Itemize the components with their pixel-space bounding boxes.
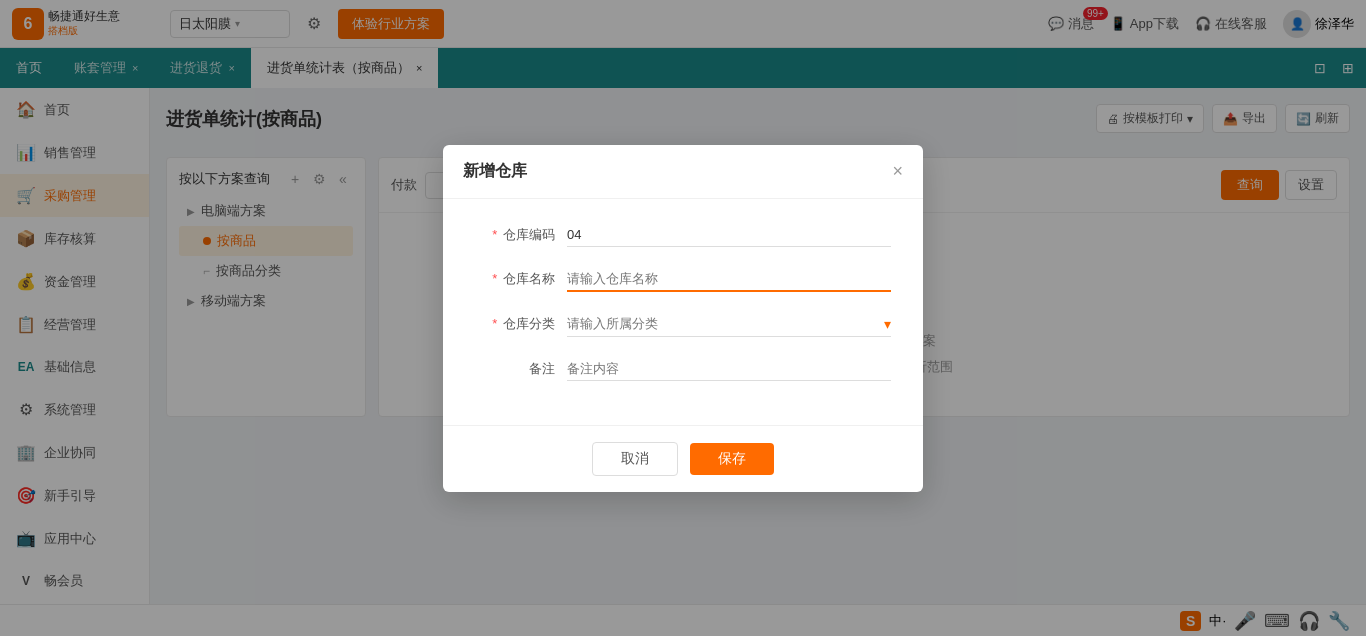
name-label: * 仓库名称 xyxy=(475,270,555,288)
category-input[interactable] xyxy=(567,316,884,331)
note-label: 备注 xyxy=(475,360,555,378)
form-row-note: 备注 xyxy=(475,357,891,381)
required-star-code: * xyxy=(492,227,497,242)
warehouse-code-input[interactable] xyxy=(567,223,891,247)
warehouse-name-input[interactable] xyxy=(567,267,891,292)
code-label: * 仓库编码 xyxy=(475,226,555,244)
add-warehouse-modal: 新增仓库 × * 仓库编码 * 仓库名称 xyxy=(443,145,923,492)
modal-header: 新增仓库 × xyxy=(443,145,923,199)
category-label: * 仓库分类 xyxy=(475,315,555,333)
modal-overlay: 新增仓库 × * 仓库编码 * 仓库名称 xyxy=(0,0,1366,636)
form-row-name: * 仓库名称 xyxy=(475,267,891,292)
modal-body: * 仓库编码 * 仓库名称 * 仓库分类 xyxy=(443,199,923,425)
cancel-button[interactable]: 取消 xyxy=(592,442,678,476)
category-dropdown-icon[interactable]: ▾ xyxy=(884,316,891,332)
modal-close-button[interactable]: × xyxy=(892,161,903,182)
category-select-wrapper: ▾ xyxy=(567,312,891,337)
modal-title: 新增仓库 xyxy=(463,161,527,182)
note-input[interactable] xyxy=(567,357,891,381)
form-row-category: * 仓库分类 ▾ xyxy=(475,312,891,337)
form-row-code: * 仓库编码 xyxy=(475,223,891,247)
required-star-name: * xyxy=(492,271,497,286)
modal-footer: 取消 保存 xyxy=(443,425,923,492)
save-button[interactable]: 保存 xyxy=(690,443,774,475)
required-star-category: * xyxy=(492,316,497,331)
